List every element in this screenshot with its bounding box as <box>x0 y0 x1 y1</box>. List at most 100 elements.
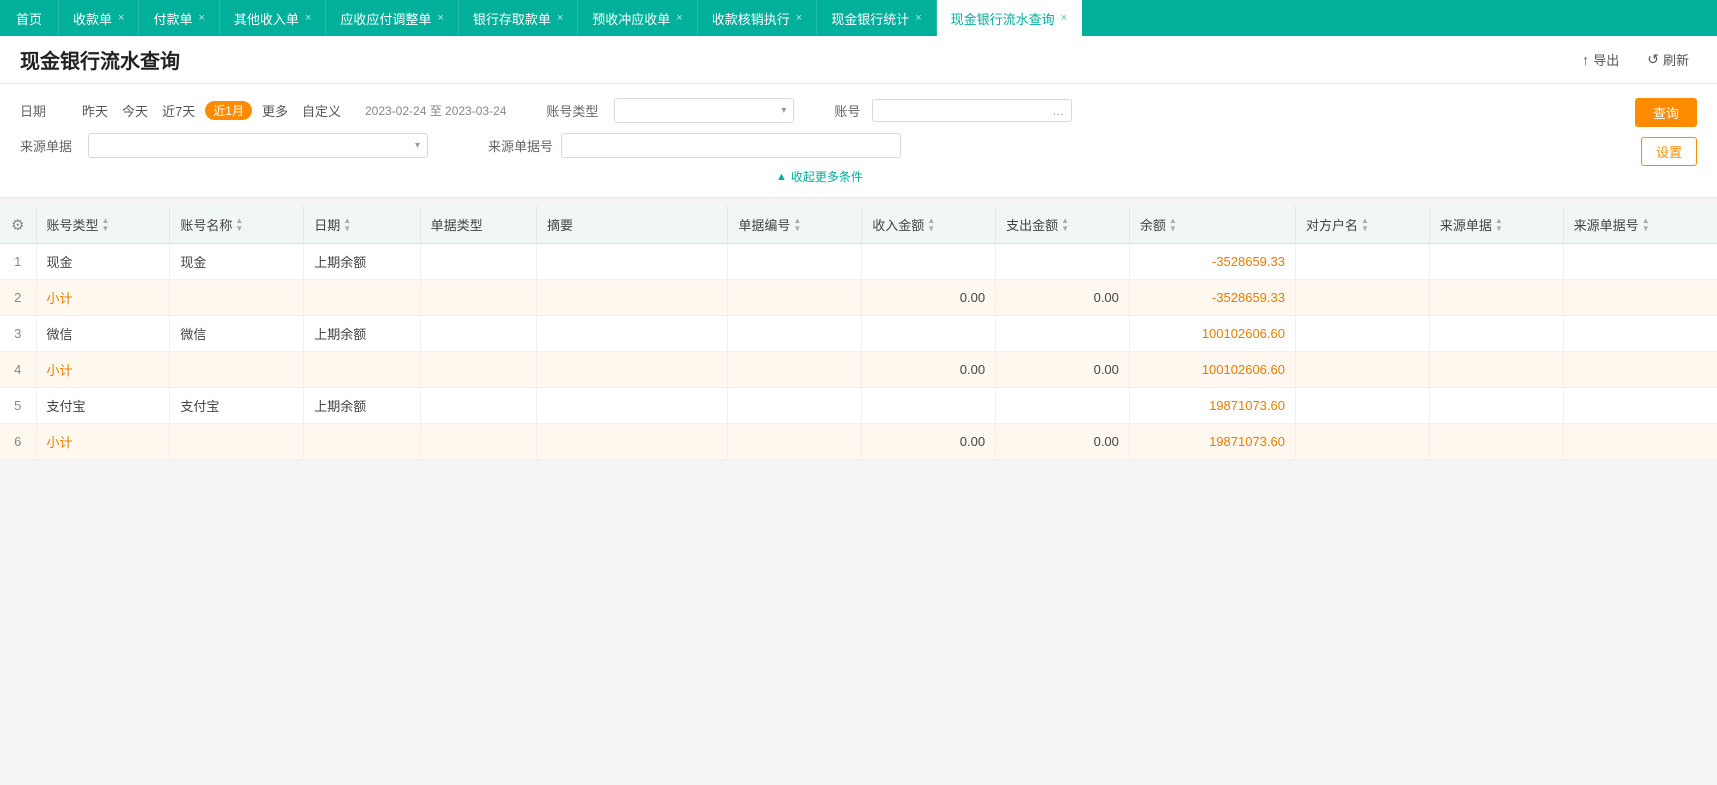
cell-summary <box>537 280 728 316</box>
export-button[interactable]: ↑ 导出 <box>1574 46 1627 73</box>
row-index: 1 <box>0 244 36 280</box>
sort-icon: ▲▼ <box>1361 217 1369 233</box>
sort-icon: ▲▼ <box>343 217 351 233</box>
query-button[interactable]: 查询 <box>1635 98 1697 127</box>
tab-verification[interactable]: 收款核销执行 × <box>698 0 817 36</box>
collapse-bar[interactable]: ▲ 收起更多条件 <box>20 166 1619 187</box>
cell-source-doc <box>1429 388 1563 424</box>
th-counterparty[interactable]: 对方户名 ▲▼ <box>1295 206 1429 244</box>
cell-account-type: 微信 <box>36 316 170 352</box>
date-custom[interactable]: 自定义 <box>298 100 345 121</box>
date-yesterday[interactable]: 昨天 <box>78 100 112 121</box>
cell-expense: 0.00 <box>996 424 1130 460</box>
date-1month[interactable]: 近1月 <box>205 101 252 120</box>
tab-prepayment[interactable]: 预收冲应收单 × <box>578 0 697 36</box>
close-icon[interactable]: × <box>1061 12 1067 24</box>
account-type-label: 账号类型 <box>546 101 606 120</box>
table-row[interactable]: 2 小计 0.00 0.00 -3528659.33 <box>0 280 1717 316</box>
sort-icon: ▲▼ <box>1061 217 1069 233</box>
th-source-doc-no[interactable]: 来源单据号 ▲▼ <box>1563 206 1717 244</box>
cell-doc-type <box>420 352 536 388</box>
cell-counterparty <box>1295 352 1429 388</box>
table-row[interactable]: 3 微信 微信 上期余额 100102606.60 <box>0 316 1717 352</box>
refresh-button[interactable]: ↺ 刷新 <box>1639 46 1697 73</box>
header-actions: ↑ 导出 ↺ 刷新 <box>1574 46 1697 73</box>
close-icon[interactable]: × <box>676 12 682 24</box>
date-today[interactable]: 今天 <box>118 100 152 121</box>
cell-counterparty <box>1295 316 1429 352</box>
cell-source-doc-no <box>1563 388 1717 424</box>
tab-adjustment[interactable]: 应收应付调整单 × <box>326 0 458 36</box>
th-doc-no[interactable]: 单据编号 ▲▼ <box>728 206 862 244</box>
sort-icon: ▲▼ <box>927 217 935 233</box>
close-icon[interactable]: × <box>198 12 204 24</box>
cell-income <box>862 316 996 352</box>
cell-date: 上期余额 <box>304 388 420 424</box>
cell-summary <box>537 316 728 352</box>
right-action-buttons: 查询 设置 <box>1619 98 1697 166</box>
settings-button[interactable]: 设置 <box>1641 137 1697 166</box>
close-icon[interactable]: × <box>437 12 443 24</box>
close-icon[interactable]: × <box>915 12 921 24</box>
table-row[interactable]: 6 小计 0.00 0.00 19871073.60 <box>0 424 1717 460</box>
home-tab[interactable]: 首页 <box>0 0 59 36</box>
cell-balance: 19871073.60 <box>1129 424 1295 460</box>
tab-receipts[interactable]: 收款单 × <box>59 0 139 36</box>
table-row[interactable]: 1 现金 现金 上期余额 -3528659.33 <box>0 244 1717 280</box>
th-doc-type[interactable]: 单据类型 <box>420 206 536 244</box>
th-account-name[interactable]: 账号名称 ▲▼ <box>170 206 304 244</box>
cell-expense: 0.00 <box>996 280 1130 316</box>
cell-source-doc-no <box>1563 316 1717 352</box>
filter-row-1: 日期 昨天 今天 近7天 近1月 更多 自定义 2023-02-24 至 202… <box>20 98 1619 123</box>
account-type-select-wrapper: ▾ <box>614 98 794 123</box>
th-account-type[interactable]: 账号类型 ▲▼ <box>36 206 170 244</box>
date-7days[interactable]: 近7天 <box>158 100 199 121</box>
th-balance[interactable]: 余额 ▲▼ <box>1129 206 1295 244</box>
tab-bank-deposit[interactable]: 银行存取款单 × <box>459 0 578 36</box>
cell-account-name: 支付宝 <box>170 388 304 424</box>
date-shortcuts: 昨天 今天 近7天 近1月 更多 自定义 <box>78 100 345 121</box>
close-icon[interactable]: × <box>118 12 124 24</box>
export-icon: ↑ <box>1582 52 1589 68</box>
cell-doc-type <box>420 244 536 280</box>
close-icon[interactable]: × <box>305 12 311 24</box>
cell-source-doc-no <box>1563 280 1717 316</box>
tab-other-income[interactable]: 其他收入单 × <box>220 0 326 36</box>
sort-icon: ▲▼ <box>1169 217 1177 233</box>
tab-bank-flow[interactable]: 现金银行流水查询 × <box>937 0 1082 36</box>
source-doc-no-label: 来源单据号 <box>488 136 553 155</box>
close-icon[interactable]: × <box>557 12 563 24</box>
cell-income <box>862 244 996 280</box>
sort-icon: ▲▼ <box>1495 217 1503 233</box>
column-settings-icon[interactable]: ⚙ <box>11 217 24 234</box>
cell-date <box>304 424 420 460</box>
account-type-select[interactable] <box>614 98 794 123</box>
table-row[interactable]: 5 支付宝 支付宝 上期余额 19871073.60 <box>0 388 1717 424</box>
th-source-doc[interactable]: 来源单据 ▲▼ <box>1429 206 1563 244</box>
th-date[interactable]: 日期 ▲▼ <box>304 206 420 244</box>
date-more[interactable]: 更多 <box>258 100 292 121</box>
sort-icon: ▲▼ <box>235 217 243 233</box>
cell-balance: 100102606.60 <box>1129 352 1295 388</box>
dots-icon[interactable]: ... <box>1053 103 1064 118</box>
th-income[interactable]: 收入金额 ▲▼ <box>862 206 996 244</box>
cell-account-type: 支付宝 <box>36 388 170 424</box>
cell-doc-no <box>728 280 862 316</box>
cell-account-name: 微信 <box>170 316 304 352</box>
cell-date <box>304 352 420 388</box>
source-doc-no-input[interactable] <box>561 133 901 158</box>
table-row[interactable]: 4 小计 0.00 0.00 100102606.60 <box>0 352 1717 388</box>
th-expense[interactable]: 支出金额 ▲▼ <box>996 206 1130 244</box>
th-summary[interactable]: 摘要 <box>537 206 728 244</box>
cell-summary <box>537 388 728 424</box>
cell-doc-no <box>728 244 862 280</box>
tab-payments[interactable]: 付款单 × <box>139 0 219 36</box>
source-doc-select[interactable] <box>88 133 428 158</box>
cell-account-type: 现金 <box>36 244 170 280</box>
account-input-wrapper[interactable]: ... <box>872 99 1072 122</box>
collapse-button[interactable]: ▲ 收起更多条件 <box>766 166 873 187</box>
settings-column-header[interactable]: ⚙ <box>0 206 36 244</box>
collapse-icon: ▲ <box>776 171 787 183</box>
tab-bank-stats[interactable]: 现金银行统计 × <box>817 0 936 36</box>
close-icon[interactable]: × <box>796 12 802 24</box>
